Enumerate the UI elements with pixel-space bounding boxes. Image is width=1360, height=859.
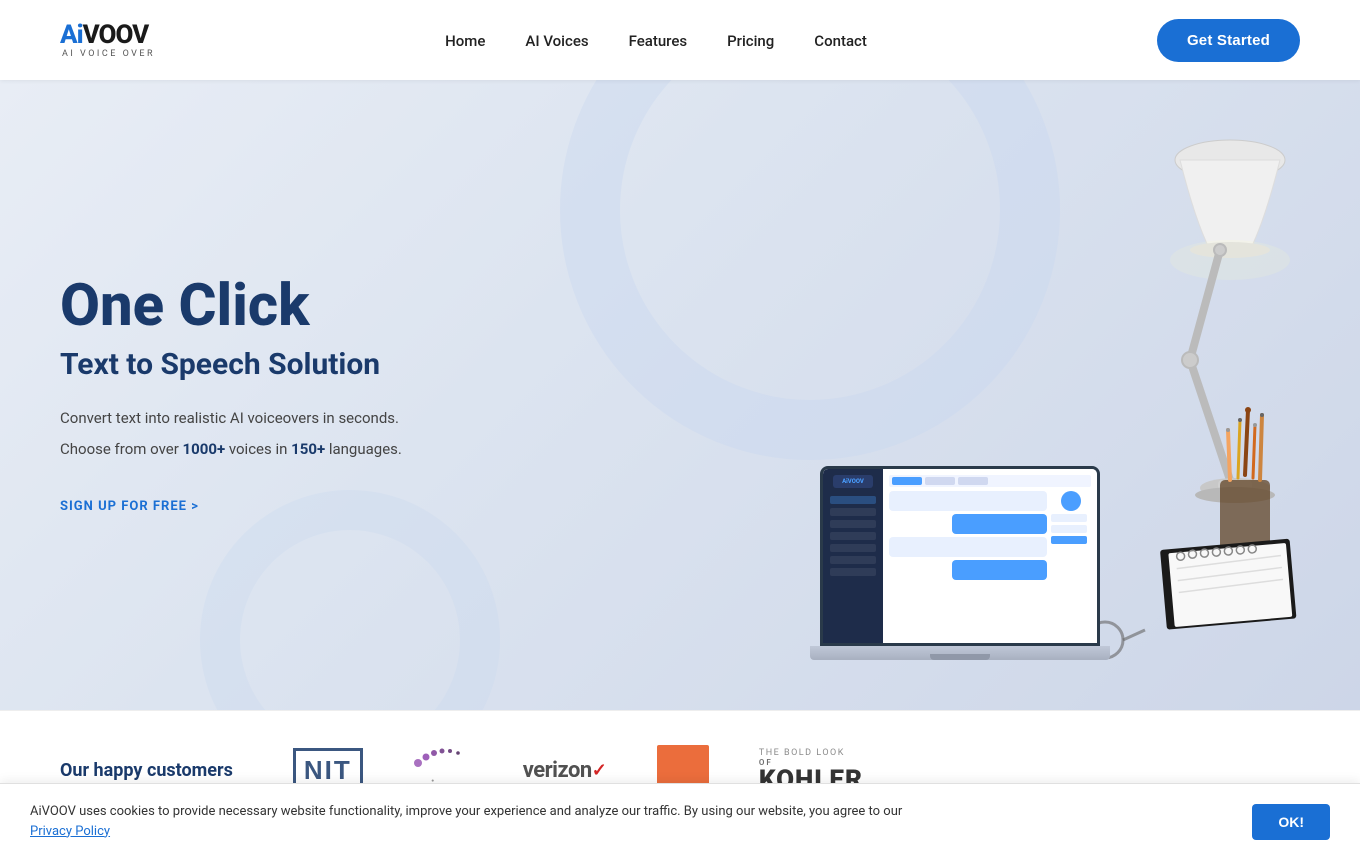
hero-langs-count: 150+ [291, 440, 325, 458]
nav-pricing[interactable]: Pricing [727, 32, 774, 50]
hero-section: One Click Text to Speech Solution Conver… [0, 80, 1360, 710]
get-started-button[interactable]: Get Started [1157, 19, 1300, 62]
nav-links: Home AI Voices Features Pricing Contact [445, 31, 867, 50]
hero-desc-post: languages. [325, 440, 402, 458]
nav-home[interactable]: Home [445, 32, 485, 50]
nav-features[interactable]: Features [629, 32, 687, 50]
cookie-text: AiVOOV uses cookies to provide necessary… [30, 802, 930, 841]
cookie-ok-button[interactable]: OK! [1252, 804, 1330, 840]
hero-desc-2: Choose from over 1000+ voices in 150+ la… [60, 437, 402, 463]
hero-desc-pre: Choose from over [60, 440, 183, 458]
nav-ai-voices[interactable]: AI Voices [525, 32, 588, 50]
privacy-policy-link[interactable]: Privacy Policy [30, 824, 110, 839]
customers-title: Our happy customers [60, 759, 233, 782]
cookie-message: AiVOOV uses cookies to provide necessary… [30, 804, 902, 819]
laptop-illustration: AiVOOV [810, 466, 1110, 660]
lamp-svg [680, 80, 1360, 710]
hero-content: One Click Text to Speech Solution Conver… [0, 196, 462, 594]
hero-desc-mid: voices in [225, 440, 291, 458]
navbar: AiVOOV AI VOICE OVER Home AI Voices Feat… [0, 0, 1360, 80]
logo-ai: Ai [60, 20, 83, 50]
hero-illustration: AiVOOV [680, 80, 1360, 710]
logo-verizon: verizon✓ [523, 758, 607, 783]
hero-voices-count: 1000+ [183, 440, 226, 458]
hero-subtitle: Text to Speech Solution [60, 347, 402, 382]
hero-desc-1: Convert text into realistic AI voiceover… [60, 406, 402, 432]
logo-voov: VOOV [83, 20, 149, 50]
hero-title: One Click [60, 276, 402, 337]
laptop-screen: AiVOOV [820, 466, 1100, 646]
logo[interactable]: AiVOOV AI VOICE OVER [60, 22, 155, 59]
signup-link[interactable]: SIGN UP FOR FREE > [60, 499, 199, 514]
logo-tagline: AI VOICE OVER [62, 50, 155, 59]
nav-contact[interactable]: Contact [814, 32, 867, 50]
cookie-banner: AiVOOV uses cookies to provide necessary… [0, 783, 1360, 859]
